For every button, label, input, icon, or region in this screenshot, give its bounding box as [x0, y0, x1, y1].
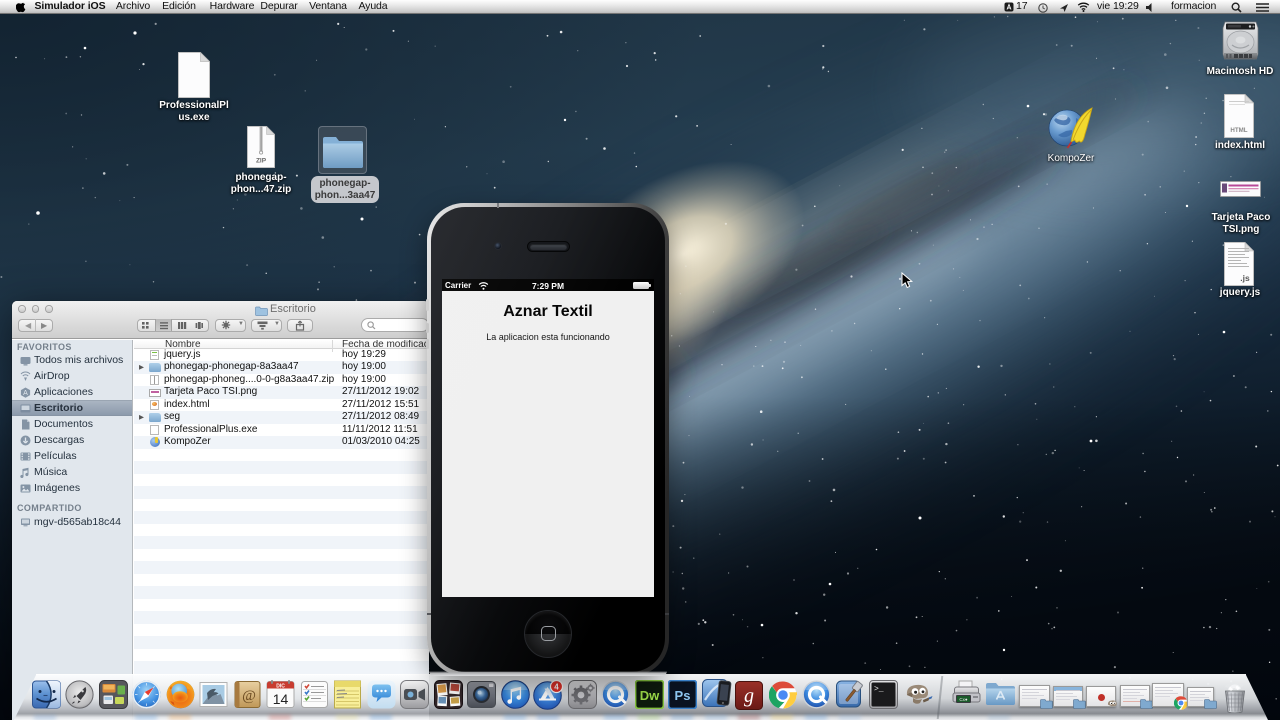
svg-text:g: g [744, 685, 754, 707]
svg-text:>_: >_ [874, 685, 884, 694]
svg-text:@: @ [242, 688, 256, 704]
svg-text:Dw: Dw [639, 688, 659, 703]
svg-text:ZIP: ZIP [256, 158, 267, 165]
svg-text:4: 4 [554, 682, 559, 691]
svg-text:A: A [23, 390, 28, 397]
svg-text:.js: .js [1240, 273, 1250, 283]
svg-text:14: 14 [273, 691, 289, 707]
svg-text:DIC: DIC [276, 684, 285, 690]
svg-text:Ps: Ps [675, 688, 691, 703]
svg-text:HTML: HTML [1230, 127, 1247, 134]
svg-text:Cx●: Cx● [959, 697, 967, 702]
